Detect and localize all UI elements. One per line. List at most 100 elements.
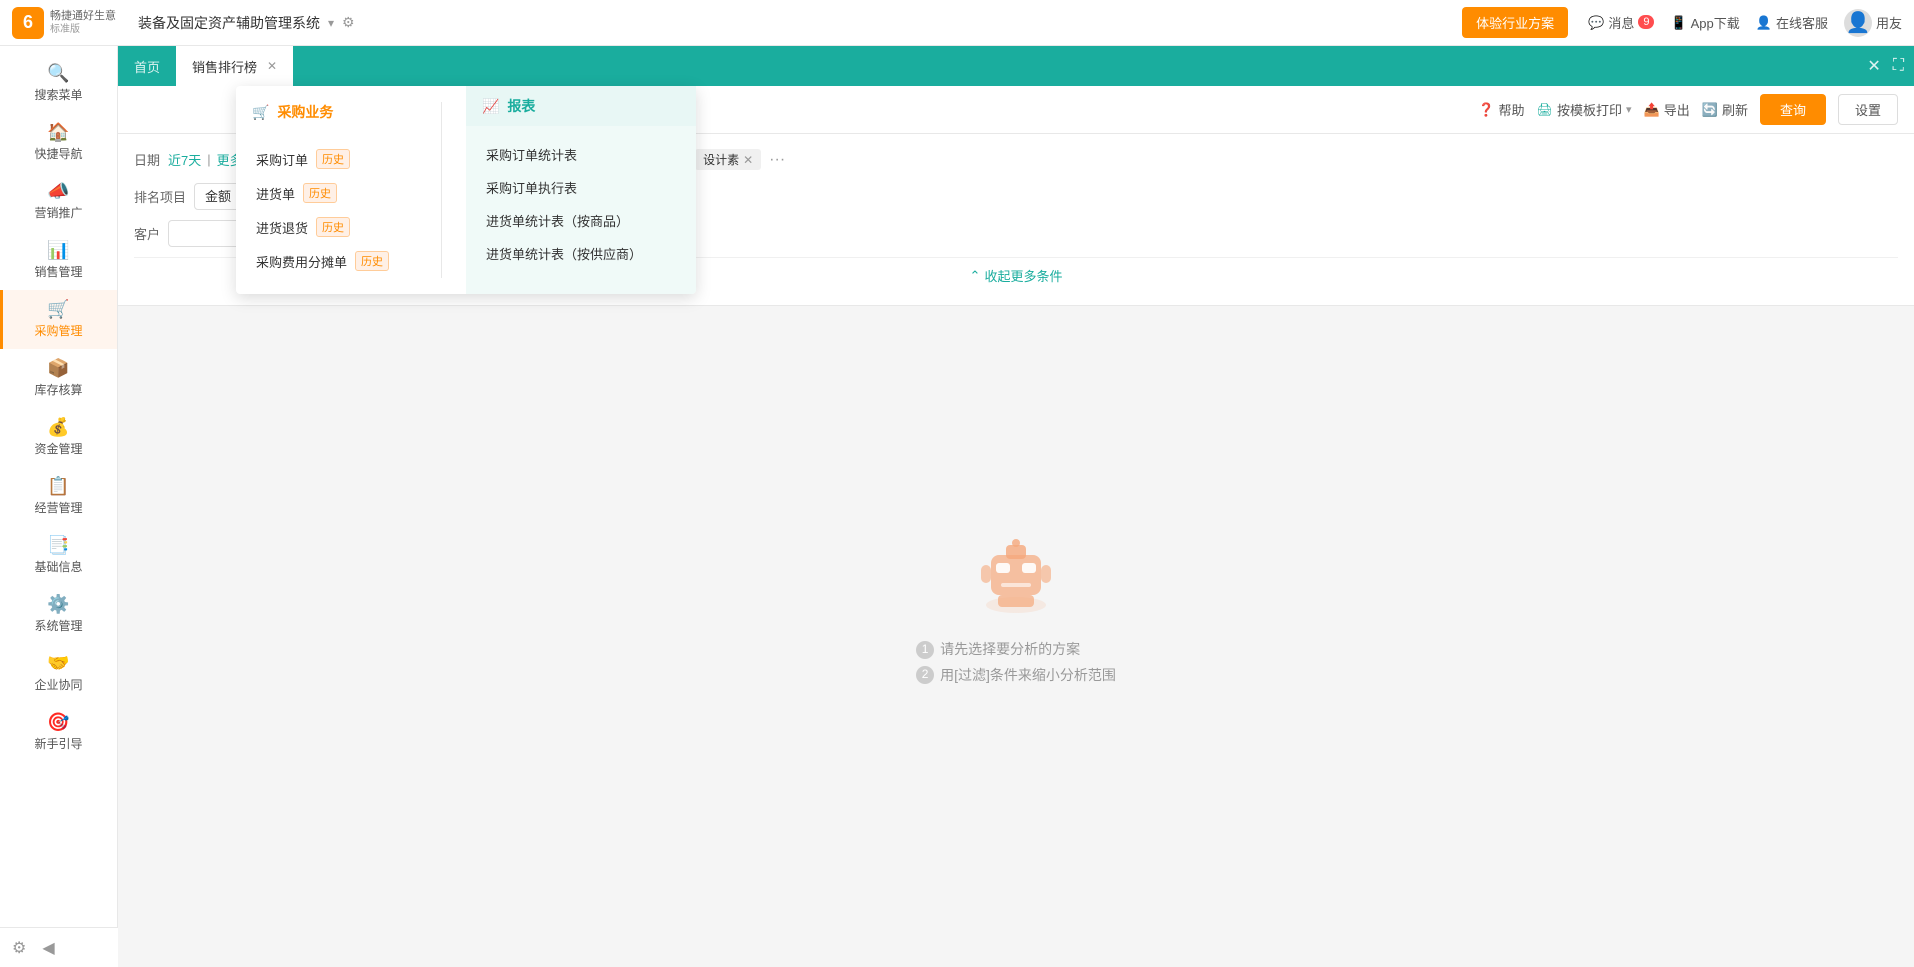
sidebar-label-finance: 资金管理 (34, 440, 82, 457)
sidebar-item-sales[interactable]: 📊 销售管理 (0, 231, 117, 290)
avatar-icon: 👤 (1846, 10, 1871, 35)
help-label: 帮助 (1498, 100, 1524, 119)
sidebar-label-enterprise: 企业协同 (34, 676, 82, 693)
expense-hist: 历史 (355, 251, 389, 271)
export-label: 导出 (1664, 100, 1690, 119)
notification-label: 消息 (1608, 13, 1634, 32)
sidebar-label-sales: 销售管理 (34, 263, 82, 280)
help-btn[interactable]: ❓ 帮助 (1478, 100, 1524, 119)
tab-close-icon[interactable]: ✕ (267, 59, 277, 73)
export-icon: 📤 (1644, 102, 1660, 118)
refresh-icon: 🔄 (1702, 102, 1718, 118)
sidebar-item-operations[interactable]: 📋 经营管理 (0, 467, 117, 526)
service-icon: 👤 (1756, 15, 1772, 31)
settings-icon[interactable]: ⚙ (342, 14, 355, 31)
print-arrow-icon[interactable]: ▾ (1626, 103, 1632, 116)
settings-button[interactable]: 设置 (1838, 94, 1898, 125)
query-button[interactable]: 查询 (1760, 94, 1826, 125)
dropdown-item-inbound[interactable]: 进货单 历史 (252, 176, 417, 210)
purchase-order-label: 采购订单 (256, 150, 308, 169)
inbound-label: 进货单 (256, 184, 295, 203)
content-area: 首页 销售排行榜 ✕ ✕ ⛶ ❓ 帮助 🖨 按模板打印 ▾ 📤 (118, 46, 1914, 967)
dropdown-item-inbound-stat-supplier[interactable]: 进货单统计表（按供应商） (482, 237, 680, 270)
sidebar-label-operations: 经营管理 (34, 499, 82, 516)
sidebar-item-basic-info[interactable]: 📑 基础信息 (0, 526, 117, 585)
dropdown-item-return[interactable]: 进货退货 历史 (252, 210, 417, 244)
dropdown-item-expense[interactable]: 采购费用分摊单 历史 (252, 244, 417, 278)
sidebar-label-quick-nav: 快捷导航 (34, 145, 82, 162)
guide-icon: 🎯 (47, 713, 69, 731)
tab-sales-rank[interactable]: 销售排行榜 ✕ (176, 46, 293, 86)
enterprise-icon: 🤝 (47, 654, 69, 672)
app-name: 畅捷通好生意 (50, 9, 116, 23)
tab-maximize-icon[interactable]: ⛶ (1893, 57, 1904, 75)
sidebar-item-enterprise[interactable]: 🤝 企业协同 (0, 644, 117, 703)
industry-button[interactable]: 体验行业方案 (1462, 7, 1568, 38)
sidebar-label-guide: 新手引导 (34, 735, 82, 752)
dropdown-item-purchase-exec[interactable]: 采购订单执行表 (482, 171, 680, 204)
sidebar-label-system: 系统管理 (34, 617, 82, 634)
message-icon: 💬 (1588, 15, 1604, 31)
app-badge: 标准版 (50, 23, 116, 36)
empty-state: 1 请先选择要分析的方案 2 用[过滤]条件来缩小分析范围 (118, 306, 1914, 967)
sidebar-item-guide[interactable]: 🎯 新手引导 (0, 703, 117, 762)
sales-icon: 📊 (47, 241, 69, 259)
sidebar-item-system[interactable]: ⚙️ 系统管理 (0, 585, 117, 644)
date-label: 日期 (134, 150, 160, 169)
app-download-item[interactable]: 📱 App下载 (1670, 13, 1739, 32)
dropdown-divider (441, 102, 442, 278)
date-7days[interactable]: 近7天 (168, 150, 201, 169)
refresh-label: 刷新 (1722, 100, 1748, 119)
return-hist: 历史 (316, 217, 350, 237)
print-label: 按模板打印 (1557, 100, 1622, 119)
goods-tag-close[interactable]: ✕ (743, 153, 753, 167)
purchase-exec-label: 采购订单执行表 (486, 178, 577, 197)
sidebar-item-marketing[interactable]: 📣 营销推广 (0, 172, 117, 231)
export-btn[interactable]: 📤 导出 (1644, 100, 1690, 119)
tab-close-all-icon[interactable]: ✕ (1867, 56, 1880, 76)
sidebar-item-quick-nav[interactable]: 🏠 快捷导航 (0, 113, 117, 172)
chevron-up-icon: ⌃ (970, 268, 981, 284)
goods-ellipsis[interactable]: ··· (769, 151, 785, 169)
sidebar-label-purchase: 采购管理 (34, 322, 82, 339)
main-layout: 🔍 搜索菜单 🏠 快捷导航 📣 营销推广 📊 销售管理 🛒 采购管理 📦 库存核… (0, 46, 1914, 967)
inbound-stat-supplier-label: 进货单统计表（按供应商） (486, 244, 642, 263)
sidebar-item-finance[interactable]: 💰 资金管理 (0, 408, 117, 467)
tab-home-label: 首页 (134, 57, 160, 76)
empty-illustration (966, 525, 1066, 625)
bottom-settings-icon[interactable]: ⚙ (12, 938, 26, 958)
dropdown-item-purchase-stat[interactable]: 采购订单统计表 (482, 138, 680, 171)
sidebar-item-purchase[interactable]: 🛒 采购管理 (0, 290, 117, 349)
online-service-item[interactable]: 👤 在线客服 (1756, 13, 1828, 32)
sidebar-collapse-icon[interactable]: ◀ (42, 938, 54, 958)
report-section-icon: 📈 (482, 98, 499, 115)
sidebar: 🔍 搜索菜单 🏠 快捷导航 📣 营销推广 📊 销售管理 🛒 采购管理 📦 库存核… (0, 46, 118, 967)
purchase-section-title: 🛒 采购业务 (252, 102, 417, 130)
return-label: 进货退货 (256, 218, 308, 237)
sidebar-item-search[interactable]: 🔍 搜索菜单 (0, 54, 117, 113)
dropdown-item-inbound-stat[interactable]: 进货单统计表（按商品） (482, 204, 680, 237)
notification-item[interactable]: 💬 消息 9 (1588, 13, 1654, 32)
dropdown-item-purchase-order[interactable]: 采购订单 历史 (252, 142, 417, 176)
sidebar-bottom: ⚙ ◀ (0, 927, 118, 967)
purchase-section-label: 采购业务 (277, 102, 333, 122)
logo-text-area: 畅捷通好生意 标准版 (50, 9, 116, 36)
tab-sales-rank-label: 销售排行榜 (192, 57, 257, 76)
inventory-icon: 📦 (47, 359, 69, 377)
report-section-label: 报表 (507, 96, 535, 116)
report-section-title: 📈 报表 (466, 86, 696, 126)
tip-num-2: 2 (916, 666, 934, 684)
sidebar-label-basic-info: 基础信息 (34, 558, 82, 575)
print-btn[interactable]: 🖨 按模板打印 ▾ (1537, 100, 1632, 119)
logo-area: 6 畅捷通好生意 标准版 (12, 7, 130, 39)
top-right-area: 💬 消息 9 📱 App下载 👤 在线客服 👤 用友 (1588, 9, 1902, 37)
user-item[interactable]: 👤 用友 (1844, 9, 1902, 37)
title-arrow-icon[interactable]: ▾ (328, 16, 334, 30)
purchase-order-hist: 历史 (316, 149, 350, 169)
goods-tag: 设计素 ✕ (695, 149, 761, 170)
purchase-section-icon: 🛒 (252, 104, 269, 121)
sidebar-label-inventory: 库存核算 (34, 381, 82, 398)
sidebar-item-inventory[interactable]: 📦 库存核算 (0, 349, 117, 408)
refresh-btn[interactable]: 🔄 刷新 (1702, 100, 1748, 119)
tab-home[interactable]: 首页 (118, 46, 176, 86)
